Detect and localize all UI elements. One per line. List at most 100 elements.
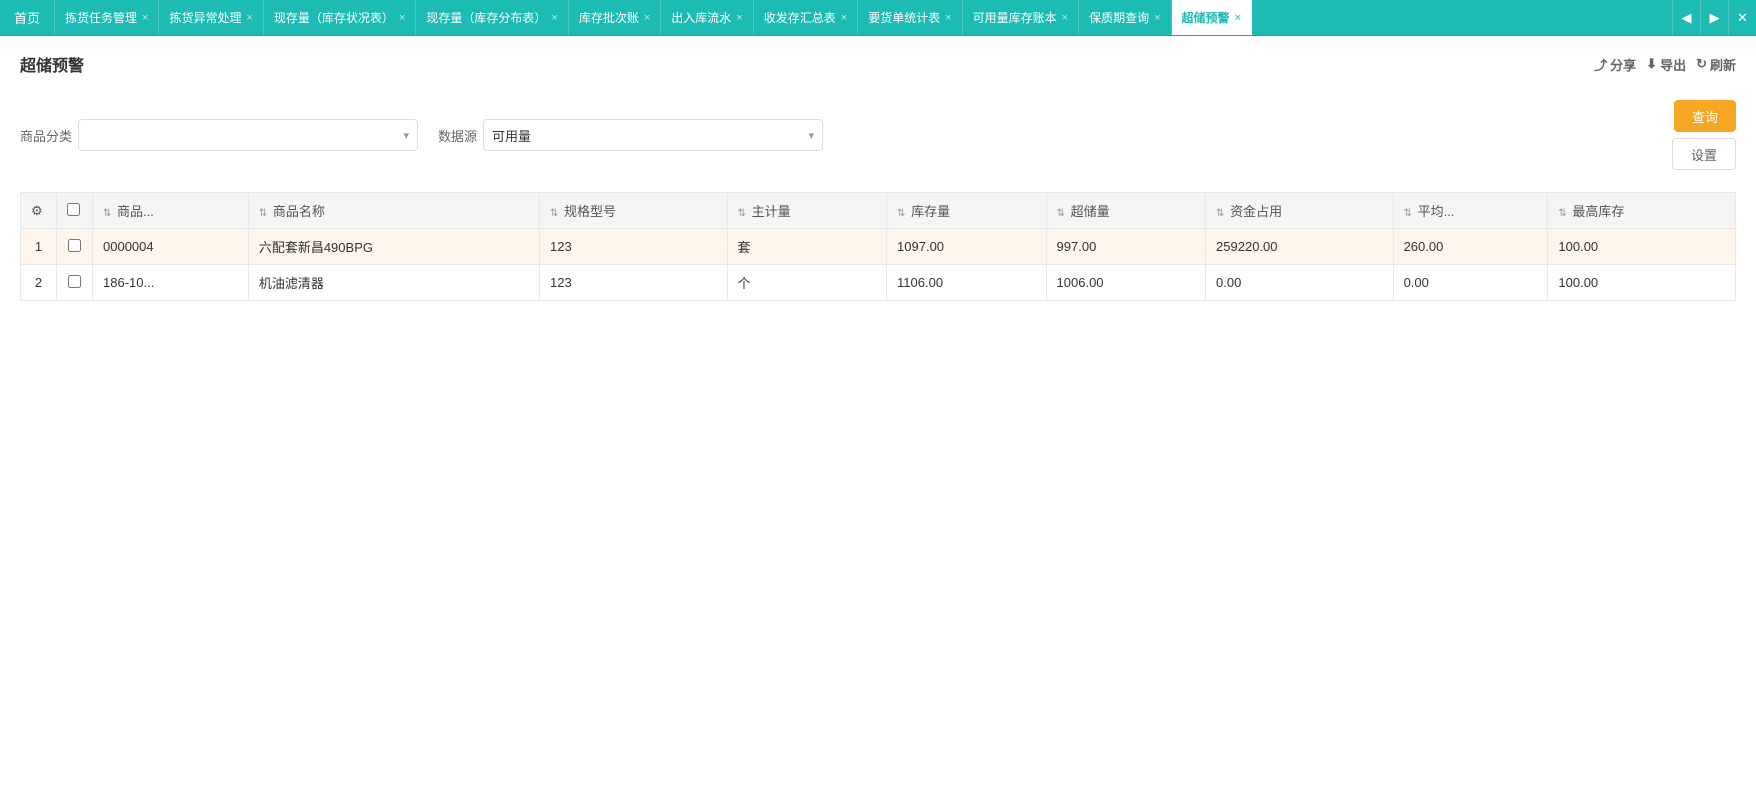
th-unit[interactable]: ⇅ 主计量 [727, 193, 887, 229]
tab-close-1[interactable]: × [142, 12, 148, 24]
th-capital[interactable]: ⇅ 资金占用 [1206, 193, 1394, 229]
nav-arrows: ◀ ▶ ✕ [1672, 0, 1756, 36]
sort-icon-name: ⇅ [259, 208, 267, 219]
category-select-arrow-icon: ▾ [403, 129, 409, 142]
filter-buttons: 查询 设置 [1672, 100, 1736, 170]
th-name[interactable]: ⇅ 商品名称 [248, 193, 539, 229]
row-2-code: 186-10... [93, 265, 249, 301]
row-2-maxstock: 100.00 [1548, 265, 1736, 301]
tab-close-3[interactable]: × [399, 12, 405, 24]
nav-tab-8[interactable]: 要货单统计表 × [858, 0, 962, 36]
sort-icon-over: ⇅ [1057, 208, 1065, 219]
filter-row: 商品分类 ▾ 数据源 可用量 ▾ 查询 设置 [20, 90, 1736, 180]
page-actions: ⤴ 分享 ⬇ 导出 ↻ 刷新 [1594, 55, 1736, 74]
datasource-select[interactable]: 可用量 ▾ [483, 119, 823, 151]
query-button[interactable]: 查询 [1674, 100, 1736, 132]
table-header: ⚙ ⇅ 商品... ⇅ 商品名称 ⇅ 规格型号 ⇅ [21, 193, 1736, 229]
row-2-over: 1006.00 [1046, 265, 1206, 301]
table-row: 2 186-10... 机油滤清器 123 个 1106.00 1006.00 … [21, 265, 1736, 301]
row-1-check[interactable] [57, 229, 93, 265]
nav-tab-10[interactable]: 保质期查询 × [1079, 0, 1171, 36]
tab-close-5[interactable]: × [644, 12, 650, 24]
row-1-over: 997.00 [1046, 229, 1206, 265]
row-1-capital: 259220.00 [1206, 229, 1394, 265]
datasource-select-value: 可用量 [492, 126, 531, 145]
th-code[interactable]: ⇅ 商品... [93, 193, 249, 229]
nav-home[interactable]: 首页 [0, 0, 55, 36]
th-stock[interactable]: ⇅ 库存量 [887, 193, 1047, 229]
data-table: ⚙ ⇅ 商品... ⇅ 商品名称 ⇅ 规格型号 ⇅ [20, 192, 1736, 301]
row-2-name: 机油滤清器 [248, 265, 539, 301]
row-2-unit: 个 [727, 265, 887, 301]
category-select[interactable]: ▾ [78, 119, 418, 151]
nav-tab-1[interactable]: 拣货任务管理 × [55, 0, 159, 36]
row-1-unit: 套 [727, 229, 887, 265]
header-checkbox[interactable] [67, 203, 80, 216]
tab-close-11[interactable]: × [1235, 12, 1241, 24]
export-action[interactable]: ⬇ 导出 [1646, 55, 1686, 74]
nav-arrow-left[interactable]: ◀ [1672, 0, 1700, 36]
datasource-label: 数据源 [438, 126, 477, 145]
row-2-avg: 0.00 [1393, 265, 1548, 301]
row-1-maxstock: 100.00 [1548, 229, 1736, 265]
tab-close-8[interactable]: × [945, 12, 951, 24]
tab-close-6[interactable]: × [736, 12, 742, 24]
export-icon: ⬇ [1646, 56, 1657, 72]
datasource-filter: 数据源 可用量 ▾ [438, 119, 823, 151]
settings-button[interactable]: 设置 [1672, 138, 1736, 170]
row-2-check[interactable] [57, 265, 93, 301]
row-1-spec: 123 [540, 229, 728, 265]
row-1-avg: 260.00 [1393, 229, 1548, 265]
sort-icon-unit: ⇅ [738, 208, 746, 219]
category-label: 商品分类 [20, 126, 72, 145]
th-spec[interactable]: ⇅ 规格型号 [540, 193, 728, 229]
th-avg[interactable]: ⇅ 平均... [1393, 193, 1548, 229]
refresh-action[interactable]: ↻ 刷新 [1696, 55, 1736, 74]
nav-arrow-right[interactable]: ▶ [1700, 0, 1728, 36]
nav-tab-9[interactable]: 可用量库存账本 × [963, 0, 1079, 36]
row-1-no: 1 [21, 229, 57, 265]
sort-icon-maxstock: ⇅ [1558, 208, 1566, 219]
row-1-name: 六配套新昌490BPG [248, 229, 539, 265]
nav-tab-7[interactable]: 收发存汇总表 × [754, 0, 858, 36]
th-checkbox[interactable] [57, 193, 93, 229]
tab-close-2[interactable]: × [246, 12, 252, 24]
datasource-select-arrow-icon: ▾ [809, 129, 815, 142]
row-2-checkbox[interactable] [68, 275, 81, 288]
row-1-checkbox[interactable] [68, 239, 81, 252]
tab-close-10[interactable]: × [1154, 12, 1160, 24]
nav-tab-2[interactable]: 拣货异常处理 × [159, 0, 263, 36]
th-maxstock[interactable]: ⇅ 最高库存 [1548, 193, 1736, 229]
tab-close-4[interactable]: × [551, 12, 557, 24]
page-title-row: 超储预警 ⤴ 分享 ⬇ 导出 ↻ 刷新 [20, 52, 1736, 76]
share-action[interactable]: ⤴ 分享 [1594, 55, 1636, 74]
table-row: 1 0000004 六配套新昌490BPG 123 套 1097.00 997.… [21, 229, 1736, 265]
row-2-spec: 123 [540, 265, 728, 301]
top-nav: 首页 拣货任务管理 × 拣货异常处理 × 现存量（库存状况表） × 现存量（库存… [0, 0, 1756, 36]
sort-icon-stock: ⇅ [897, 208, 905, 219]
tab-close-7[interactable]: × [841, 12, 847, 24]
nav-tab-6[interactable]: 出入库流水 × [661, 0, 753, 36]
th-over[interactable]: ⇅ 超储量 [1046, 193, 1206, 229]
sort-icon-avg: ⇅ [1404, 208, 1412, 219]
row-1-code: 0000004 [93, 229, 249, 265]
gear-icon: ⚙ [31, 203, 43, 218]
nav-tab-5[interactable]: 库存批次账 × [569, 0, 661, 36]
sort-icon-spec: ⇅ [550, 208, 558, 219]
nav-tab-3[interactable]: 现存量（库存状况表） × [264, 0, 416, 36]
tab-close-9[interactable]: × [1062, 12, 1068, 24]
page-content: 超储预警 ⤴ 分享 ⬇ 导出 ↻ 刷新 商品分类 ▾ 数据源 [0, 36, 1756, 317]
share-icon: ⤴ [1594, 55, 1607, 74]
table-body: 1 0000004 六配套新昌490BPG 123 套 1097.00 997.… [21, 229, 1736, 301]
sort-icon-capital: ⇅ [1216, 208, 1224, 219]
row-1-stock: 1097.00 [887, 229, 1047, 265]
nav-tab-11[interactable]: 超储预警 × [1172, 0, 1252, 36]
nav-arrow-close[interactable]: ✕ [1728, 0, 1756, 36]
nav-tab-4[interactable]: 现存量（库存分布表） × [416, 0, 568, 36]
row-2-capital: 0.00 [1206, 265, 1394, 301]
th-settings[interactable]: ⚙ [21, 193, 57, 229]
row-2-stock: 1106.00 [887, 265, 1047, 301]
category-filter: 商品分类 ▾ [20, 119, 418, 151]
page-title: 超储预警 [20, 52, 84, 76]
sort-icon-code: ⇅ [103, 208, 111, 219]
